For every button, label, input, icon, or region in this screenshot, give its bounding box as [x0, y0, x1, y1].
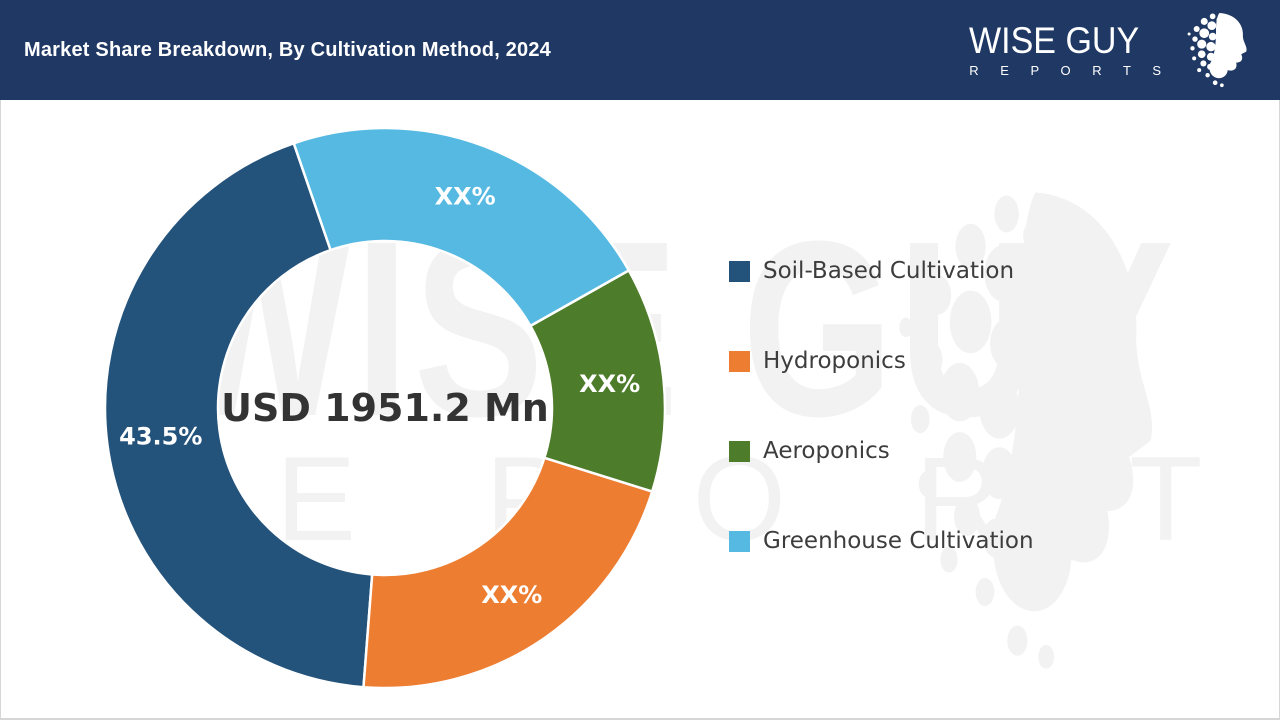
legend-label: Hydroponics [763, 348, 906, 374]
segment-label: XX% [435, 183, 496, 211]
legend-item: Soil-Based Cultivation [729, 258, 1034, 284]
center-value: USD 1951.2 Mn [221, 386, 549, 430]
logo-reports-text: R E P O R T S [969, 63, 1170, 78]
header-bar: Market Share Breakdown, By Cultivation M… [0, 0, 1280, 100]
segment-label: XX% [481, 581, 542, 609]
legend-swatch [729, 440, 750, 462]
segment-label: XX% [579, 370, 640, 398]
content-area: WISE GUY E P O R T S 43.5%XX%XX%XX% USD … [0, 100, 1280, 720]
wiseguy-logo: WISE GUY R E P O R T S [969, 6, 1258, 94]
legend-swatch [729, 350, 750, 372]
legend-item: Aeroponics [729, 438, 1034, 464]
donut-segment [292, 126, 631, 328]
segment-label: 43.5% [119, 423, 202, 451]
logo-wordmark: WISE GUY [969, 20, 1140, 61]
legend-swatch [729, 260, 750, 282]
legend-item: Greenhouse Cultivation [729, 528, 1034, 554]
legend-label: Soil-Based Cultivation [763, 258, 1015, 284]
legend: Soil-Based Cultivation Hydroponics Aerop… [729, 258, 1034, 554]
page-title: Market Share Breakdown, By Cultivation M… [24, 38, 551, 61]
legend-label: Aeroponics [763, 438, 890, 464]
legend-label: Greenhouse Cultivation [763, 528, 1034, 554]
wiseguy-face-icon [1187, 13, 1247, 88]
donut-segment [362, 456, 654, 690]
legend-item: Hydroponics [729, 348, 1034, 374]
legend-swatch [729, 530, 750, 552]
